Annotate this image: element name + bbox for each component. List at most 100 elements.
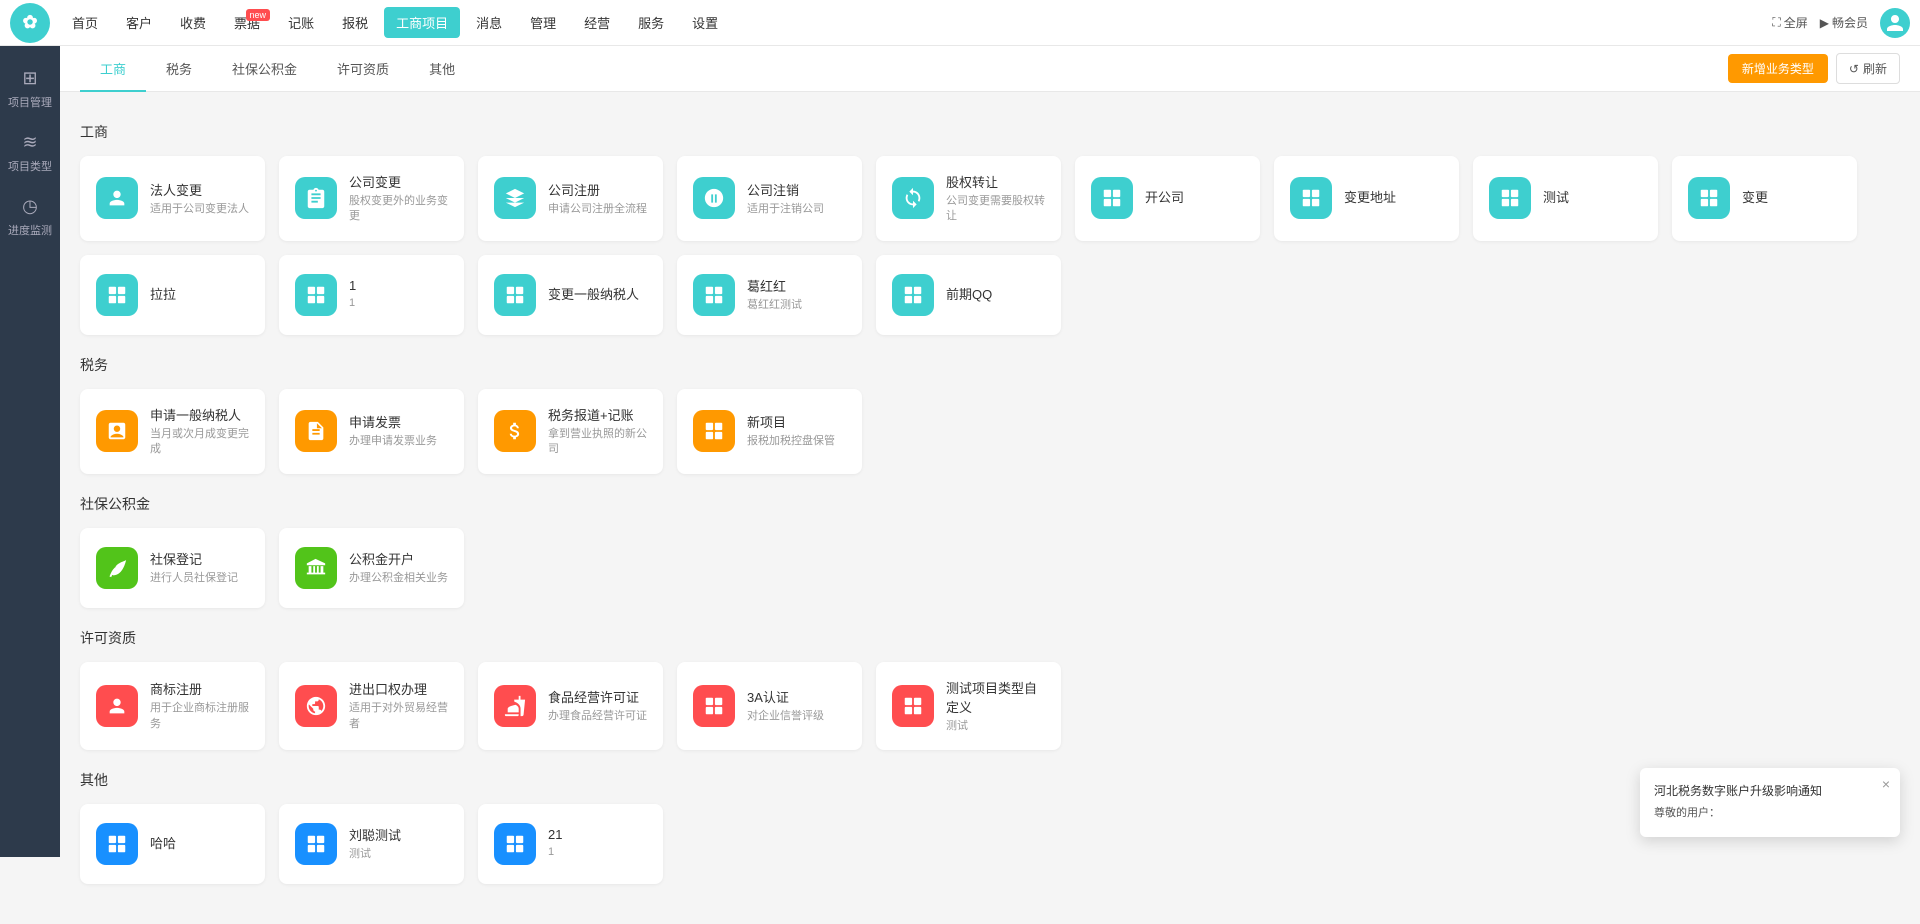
card-测试项目类型自定义[interactable]: 测试项目类型自定义测试 bbox=[876, 662, 1061, 750]
nav-item-首页[interactable]: 首页 bbox=[60, 7, 110, 38]
card-3A认证[interactable]: 3A认证对企业信誉评级 bbox=[677, 662, 862, 750]
card-desc: 葛红红测试 bbox=[747, 298, 802, 313]
nav-item-收费[interactable]: 收费 bbox=[168, 7, 218, 38]
nav-item-经营[interactable]: 经营 bbox=[572, 7, 622, 38]
card-拉拉[interactable]: 拉拉 bbox=[80, 255, 265, 335]
avatar[interactable] bbox=[1880, 8, 1910, 38]
sidebar-item-进度监测[interactable]: ◷ 进度监测 bbox=[0, 184, 60, 248]
card-申请一般纳税人[interactable]: 申请一般纳税人当月或次月成变更完成 bbox=[80, 389, 265, 474]
tab-许可资质[interactable]: 许可资质 bbox=[317, 47, 409, 92]
card-content: 申请一般纳税人当月或次月成变更完成 bbox=[150, 405, 249, 458]
card-公积金开户[interactable]: 公积金开户办理公积金相关业务 bbox=[279, 528, 464, 608]
nav-item-设置[interactable]: 设置 bbox=[680, 7, 730, 38]
card-公司注销[interactable]: 公司注销适用于注销公司 bbox=[677, 156, 862, 241]
new-type-button[interactable]: 新增业务类型 bbox=[1728, 54, 1828, 83]
card-content: 股权转让公司变更需要股权转让 bbox=[946, 172, 1045, 225]
nav-item-票据[interactable]: 票据new bbox=[222, 7, 272, 38]
notification-close-button[interactable]: × bbox=[1882, 776, 1890, 792]
card-前期QQ[interactable]: 前期QQ bbox=[876, 255, 1061, 335]
nav-item-报税[interactable]: 报税 bbox=[330, 7, 380, 38]
sidebar-icon: ◷ bbox=[18, 194, 42, 218]
card-content: 3A认证对企业信誉评级 bbox=[747, 687, 824, 724]
card-1[interactable]: 11 bbox=[279, 255, 464, 335]
nav-item-客户[interactable]: 客户 bbox=[114, 7, 164, 38]
card-title: 变更地址 bbox=[1344, 187, 1396, 206]
section-其他: 其他哈哈刘聪测试测试211 bbox=[80, 770, 1900, 884]
card-content: 测试项目类型自定义测试 bbox=[946, 678, 1045, 734]
card-食品经营许可证[interactable]: 食品经营许可证办理食品经营许可证 bbox=[478, 662, 663, 750]
refresh-button[interactable]: ↺ 刷新 bbox=[1836, 53, 1900, 84]
tab-其他[interactable]: 其他 bbox=[409, 47, 475, 92]
card-desc: 用于企业商标注册服务 bbox=[150, 701, 249, 732]
card-公司变更[interactable]: 公司变更股权变更外的业务变更 bbox=[279, 156, 464, 241]
card-icon bbox=[892, 274, 934, 316]
card-content: 社保登记进行人员社保登记 bbox=[150, 549, 238, 586]
card-content: 葛红红葛红红测试 bbox=[747, 276, 802, 313]
member-button[interactable]: ▶ 畅会员 bbox=[1820, 14, 1868, 31]
card-股权转让[interactable]: 股权转让公司变更需要股权转让 bbox=[876, 156, 1061, 241]
card-title: 公司注销 bbox=[747, 180, 824, 199]
card-content: 前期QQ bbox=[946, 284, 992, 306]
card-icon bbox=[295, 177, 337, 219]
card-desc: 进行人员社保登记 bbox=[150, 571, 238, 586]
card-title: 进出口权办理 bbox=[349, 679, 448, 698]
tab-工商[interactable]: 工商 bbox=[80, 47, 146, 92]
card-desc: 办理公积金相关业务 bbox=[349, 571, 448, 586]
card-21[interactable]: 211 bbox=[478, 804, 663, 884]
card-content: 变更 bbox=[1742, 187, 1768, 209]
card-开公司[interactable]: 开公司 bbox=[1075, 156, 1260, 241]
card-icon bbox=[693, 685, 735, 727]
sidebar-item-项目管理[interactable]: ⊞ 项目管理 bbox=[0, 56, 60, 120]
card-title: 变更 bbox=[1742, 187, 1768, 206]
member-label: 畅会员 bbox=[1832, 14, 1868, 31]
sidebar-item-项目类型[interactable]: ≋ 项目类型 bbox=[0, 120, 60, 184]
card-title: 开公司 bbox=[1145, 187, 1184, 206]
card-content: 刘聪测试测试 bbox=[349, 825, 401, 862]
tab-税务[interactable]: 税务 bbox=[146, 47, 212, 92]
card-申请发票[interactable]: 申请发票办理申请发票业务 bbox=[279, 389, 464, 474]
card-税务报道+记账[interactable]: 税务报道+记账拿到营业执照的新公司 bbox=[478, 389, 663, 474]
card-content: 商标注册用于企业商标注册服务 bbox=[150, 679, 249, 732]
card-进出口权办理[interactable]: 进出口权办理适用于对外贸易经营者 bbox=[279, 662, 464, 750]
card-title: 股权转让 bbox=[946, 172, 1045, 191]
card-新项目[interactable]: 新项目报税加税控盘保管 bbox=[677, 389, 862, 474]
fullscreen-button[interactable]: ⛶ 全屏 bbox=[1772, 14, 1807, 31]
card-icon bbox=[892, 177, 934, 219]
card-商标注册[interactable]: 商标注册用于企业商标注册服务 bbox=[80, 662, 265, 750]
card-变更[interactable]: 变更 bbox=[1672, 156, 1857, 241]
card-测试[interactable]: 测试 bbox=[1473, 156, 1658, 241]
card-title: 申请发票 bbox=[349, 412, 437, 431]
card-title: 刘聪测试 bbox=[349, 825, 401, 844]
tab-社保公积金[interactable]: 社保公积金 bbox=[212, 47, 317, 92]
card-刘聪测试[interactable]: 刘聪测试测试 bbox=[279, 804, 464, 884]
card-哈哈[interactable]: 哈哈 bbox=[80, 804, 265, 884]
card-desc: 公司变更需要股权转让 bbox=[946, 194, 1045, 225]
sidebar-label: 项目管理 bbox=[8, 94, 52, 110]
nav-item-服务[interactable]: 服务 bbox=[626, 7, 676, 38]
card-desc: 1 bbox=[349, 296, 356, 311]
card-icon bbox=[693, 177, 735, 219]
card-content: 进出口权办理适用于对外贸易经营者 bbox=[349, 679, 448, 732]
nav-item-消息[interactable]: 消息 bbox=[464, 7, 514, 38]
card-变更地址[interactable]: 变更地址 bbox=[1274, 156, 1459, 241]
card-content: 公司变更股权变更外的业务变更 bbox=[349, 172, 448, 225]
card-变更一般纳税人[interactable]: 变更一般纳税人 bbox=[478, 255, 663, 335]
cards-grid: 法人变更适用于公司变更法人 公司变更股权变更外的业务变更公司注册申请公司注册全流程… bbox=[80, 156, 1900, 335]
card-title: 测试项目类型自定义 bbox=[946, 678, 1045, 716]
card-content: 测试 bbox=[1543, 187, 1569, 209]
cards-grid: 申请一般纳税人当月或次月成变更完成申请发票办理申请发票业务税务报道+记账拿到营业… bbox=[80, 389, 1900, 474]
card-content: 公司注销适用于注销公司 bbox=[747, 180, 824, 217]
card-desc: 拿到营业执照的新公司 bbox=[548, 427, 647, 458]
card-title: 税务报道+记账 bbox=[548, 405, 647, 424]
tab-bar: 工商税务社保公积金许可资质其他 新增业务类型 ↺ 刷新 bbox=[60, 46, 1920, 92]
card-葛红红[interactable]: 葛红红葛红红测试 bbox=[677, 255, 862, 335]
nav-item-记账[interactable]: 记账 bbox=[276, 7, 326, 38]
nav-item-管理[interactable]: 管理 bbox=[518, 7, 568, 38]
card-公司注册[interactable]: 公司注册申请公司注册全流程 bbox=[478, 156, 663, 241]
nav-item-工商项目[interactable]: 工商项目 bbox=[384, 7, 460, 38]
card-content: 11 bbox=[349, 278, 356, 311]
section-社保公积金: 社保公积金社保登记进行人员社保登记公积金开户办理公积金相关业务 bbox=[80, 494, 1900, 608]
card-content: 哈哈 bbox=[150, 833, 176, 855]
card-法人变更[interactable]: 法人变更适用于公司变更法人 bbox=[80, 156, 265, 241]
card-社保登记[interactable]: 社保登记进行人员社保登记 bbox=[80, 528, 265, 608]
